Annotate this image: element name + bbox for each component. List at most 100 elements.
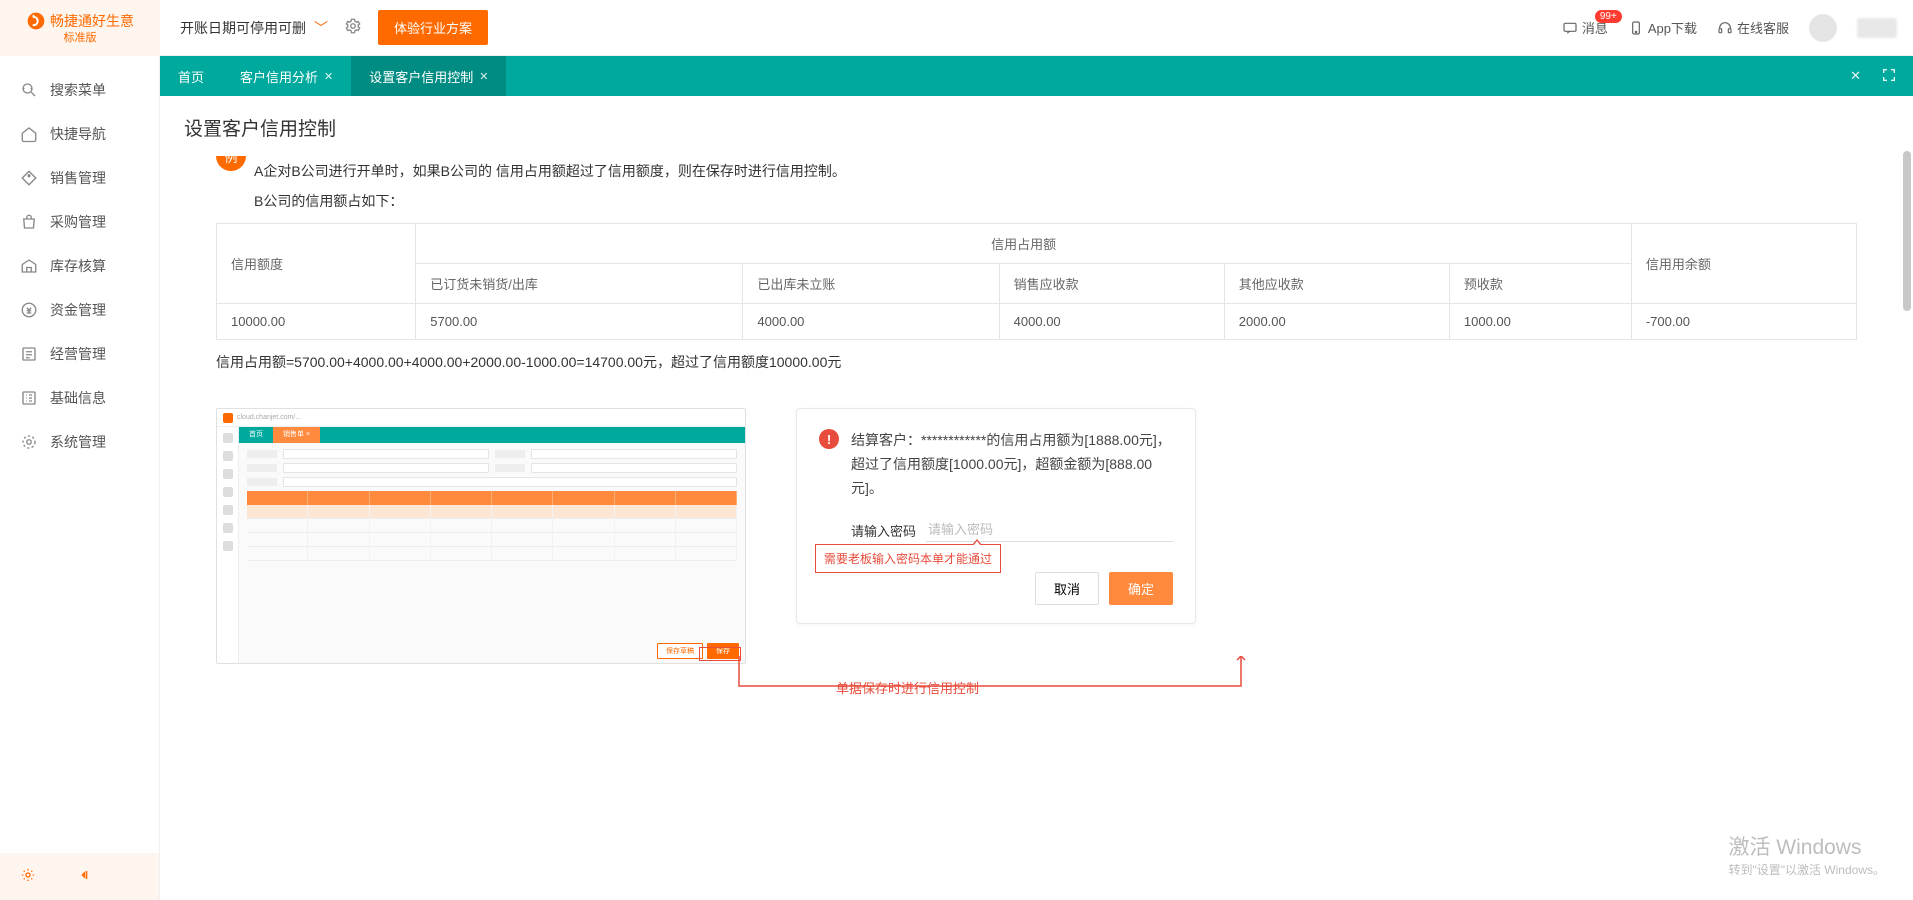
search-icon	[20, 81, 38, 99]
fullscreen-icon[interactable]	[1877, 63, 1901, 90]
messages-button[interactable]: 消息 99+	[1562, 18, 1608, 37]
credit-table: 信用额度 信用占用额 信用用余额 已订货未销货/出库 已出库未立账 销售应收款 …	[216, 223, 1857, 340]
warehouse-icon	[20, 257, 38, 275]
cell: 1000.00	[1449, 304, 1631, 340]
sidebar-item-inventory[interactable]: 库存核算	[0, 244, 159, 288]
tab-credit-analysis[interactable]: 客户信用分析 ✕	[222, 56, 351, 96]
tag-icon	[20, 169, 38, 187]
main: 首页 客户信用分析 ✕ 设置客户信用控制 ✕ ✕ 设置客户信用控制 例 A企对B公司…	[160, 56, 1913, 900]
headset-icon	[1717, 20, 1733, 36]
sidebar-item-sales[interactable]: 销售管理	[0, 156, 159, 200]
th-quota: 信用额度	[217, 224, 416, 304]
system-icon	[20, 433, 38, 451]
sidebar-item-label: 销售管理	[50, 168, 106, 188]
calculation-text: 信用占用额=5700.00+4000.00+4000.00+2000.00-10…	[216, 352, 1857, 372]
sidebar-item-operation[interactable]: 经营管理	[0, 332, 159, 376]
cancel-button[interactable]: 取消	[1035, 572, 1099, 605]
password-input[interactable]	[926, 518, 1173, 542]
tab-label: 首页	[178, 67, 204, 86]
table-row: 10000.00 5700.00 4000.00 4000.00 2000.00…	[217, 304, 1857, 340]
example-badge: 例	[216, 151, 246, 171]
user-name-blur	[1857, 18, 1897, 38]
cell-quota: 10000.00	[217, 304, 416, 340]
sidebar-item-baseinfo[interactable]: 基础信息	[0, 376, 159, 420]
close-icon[interactable]: ✕	[479, 70, 488, 83]
content-scroll[interactable]: 例 A企对B公司进行开单时，如果B公司的 信用占用额超过了信用额度，则在保存时进…	[160, 151, 1913, 900]
cell-balance: -700.00	[1631, 304, 1856, 340]
scroll-thumb[interactable]	[1903, 151, 1911, 311]
warning-icon: !	[819, 429, 839, 449]
online-service-label: 在线客服	[1737, 18, 1789, 37]
sidebar-item-label: 资金管理	[50, 300, 106, 320]
th-col: 已订货未销货/出库	[416, 264, 743, 304]
footer-gear-icon[interactable]	[20, 867, 36, 886]
figures-row: cloud.chanjet.com/... 首页销售单 ×	[216, 408, 1857, 664]
app-download-label: App下载	[1648, 18, 1697, 37]
page-title: 设置客户信用控制	[160, 96, 1913, 151]
dialog-callout: 需要老板输入密码本单才能通过	[815, 544, 1001, 573]
report-icon	[20, 345, 38, 363]
list-icon	[20, 389, 38, 407]
sidebar-item-label: 快捷导航	[50, 124, 106, 144]
sidebar-item-funds[interactable]: 资金管理	[0, 288, 159, 332]
cell: 2000.00	[1224, 304, 1449, 340]
th-balance: 信用用余额	[1631, 224, 1856, 304]
tabs-bar: 首页 客户信用分析 ✕ 设置客户信用控制 ✕ ✕	[160, 56, 1913, 96]
topbar-right: 消息 99+ App下载 在线客服	[1562, 14, 1897, 42]
settings-gear-icon[interactable]	[344, 17, 362, 38]
tab-label: 客户信用分析	[240, 67, 318, 86]
mini-tab: 销售单 ×	[273, 427, 320, 443]
mini-tab: 首页	[239, 427, 273, 443]
sidebar-item-search[interactable]: 搜索菜单	[0, 68, 159, 112]
cell: 5700.00	[416, 304, 743, 340]
sidebar: 搜索菜单 快捷导航 销售管理 采购管理 库存核算 资金管理	[0, 56, 160, 900]
th-col: 其他应收款	[1224, 264, 1449, 304]
mini-url: cloud.chanjet.com/...	[237, 414, 301, 421]
th-col: 销售应收款	[999, 264, 1224, 304]
ok-button[interactable]: 确定	[1109, 572, 1173, 605]
sidebar-item-label: 经营管理	[50, 344, 106, 364]
account-title-dropdown[interactable]: 开账日期可停用可删 ﹀	[180, 18, 328, 38]
sidebar-footer	[0, 853, 159, 900]
sidebar-item-label: 采购管理	[50, 212, 106, 232]
sidebar-item-system[interactable]: 系统管理	[0, 420, 159, 464]
sidebar-item-quicknav[interactable]: 快捷导航	[0, 112, 159, 156]
footer-collapse-icon[interactable]	[76, 867, 92, 886]
account-title-text: 开账日期可停用可删	[180, 18, 306, 38]
money-icon	[20, 301, 38, 319]
password-label: 请输入密码	[851, 521, 916, 540]
sidebar-item-purchase[interactable]: 采购管理	[0, 200, 159, 244]
scrollbar[interactable]	[1903, 151, 1911, 900]
cell: 4000.00	[743, 304, 999, 340]
credit-warning-dialog: ! 结算客户：************的信用占用额为[1888.00元]，超过了…	[796, 408, 1196, 624]
brand-logo-icon	[26, 11, 46, 31]
sidebar-item-label: 基础信息	[50, 388, 106, 408]
th-usage-group: 信用占用额	[416, 224, 1632, 264]
sidebar-item-label: 库存核算	[50, 256, 106, 276]
example-intro-text: A企对B公司进行开单时，如果B公司的 信用占用额超过了信用额度，则在保存时进行信…	[254, 157, 1857, 185]
tab-home[interactable]: 首页	[160, 56, 222, 96]
topbar: 畅捷通好生意 标准版 开账日期可停用可删 ﹀ 体验行业方案 消息 99+ App…	[0, 0, 1913, 56]
close-icon[interactable]: ✕	[324, 70, 333, 83]
dialog-message: 结算客户：************的信用占用额为[1888.00元]，超过了信用…	[851, 429, 1173, 500]
home-icon	[20, 125, 38, 143]
chevron-down-icon: ﹀	[314, 18, 328, 38]
mini-save-draft: 保存草稿	[657, 643, 703, 659]
tab-label: 设置客户信用控制	[369, 67, 473, 86]
sidebar-item-label: 系统管理	[50, 432, 106, 452]
brand-logo-area: 畅捷通好生意 标准版	[0, 0, 160, 56]
sidebar-item-label: 搜索菜单	[50, 80, 106, 100]
user-avatar[interactable]	[1809, 14, 1837, 42]
app-download-button[interactable]: App下载	[1628, 18, 1697, 37]
tabs-close-all-icon[interactable]: ✕	[1846, 64, 1865, 88]
th-col: 已出库未立账	[743, 264, 999, 304]
cta-industry-plan-button[interactable]: 体验行业方案	[378, 10, 488, 45]
tab-credit-control[interactable]: 设置客户信用控制 ✕	[351, 56, 506, 96]
th-col: 预收款	[1449, 264, 1631, 304]
figure-sales-voucher: cloud.chanjet.com/... 首页销售单 ×	[216, 408, 746, 664]
mini-save-button: 保存	[707, 643, 739, 659]
chat-icon	[1562, 20, 1578, 36]
online-service-button[interactable]: 在线客服	[1717, 18, 1789, 37]
brand-edition: 标准版	[64, 29, 97, 45]
example-sub-text: B公司的信用额占如下：	[254, 191, 1857, 211]
